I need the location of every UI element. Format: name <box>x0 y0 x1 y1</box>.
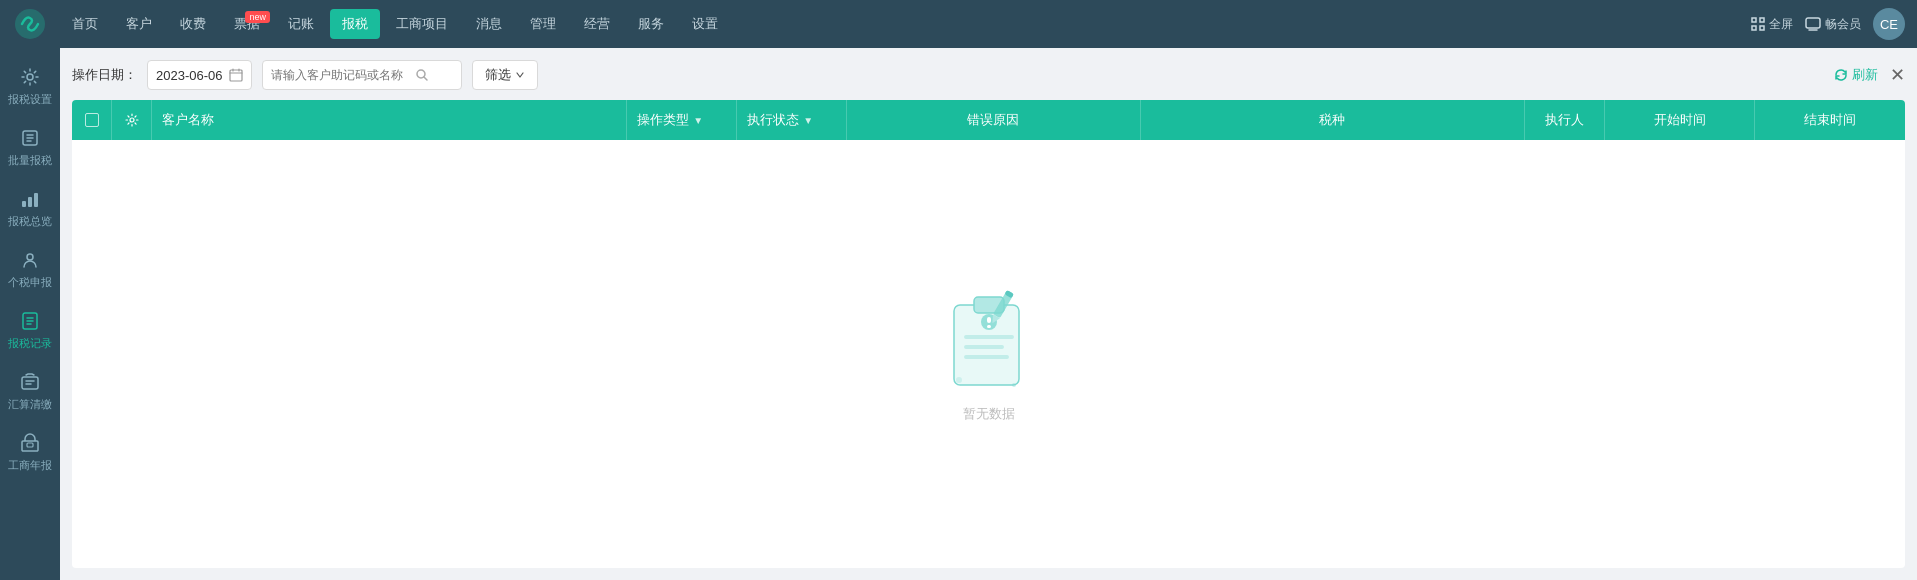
sidebar-label-tax-record: 报税记录 <box>8 336 52 351</box>
svg-rect-25 <box>987 317 991 323</box>
nav-settings[interactable]: 设置 <box>680 9 730 39</box>
svg-point-6 <box>27 74 33 80</box>
th-settings[interactable] <box>112 100 152 140</box>
svg-rect-13 <box>22 377 38 389</box>
th-tax-type: 税种 <box>1141 100 1525 140</box>
search-box[interactable] <box>262 60 462 90</box>
date-label: 操作日期： <box>72 66 137 84</box>
empty-text: 暂无数据 <box>963 405 1015 423</box>
sidebar-item-settlement[interactable]: 汇算清缴 <box>0 361 60 422</box>
nav-manage[interactable]: 管理 <box>518 9 568 39</box>
sidebar-item-individual-tax[interactable]: 个税申报 <box>0 239 60 300</box>
th-executor: 执行人 <box>1525 100 1605 140</box>
batch-tax-icon <box>19 127 41 149</box>
table: 客户名称 操作类型 ▼ 执行状态 ▼ 错误原因 税种 执行人 <box>72 100 1905 568</box>
close-button[interactable]: ✕ <box>1890 66 1905 84</box>
table-header: 客户名称 操作类型 ▼ 执行状态 ▼ 错误原因 税种 执行人 <box>72 100 1905 140</box>
sidebar-item-tax-settings[interactable]: 报税设置 <box>0 56 60 117</box>
sidebar-label-settlement: 汇算清缴 <box>8 397 52 412</box>
filter-button[interactable]: 筛选 <box>472 60 538 90</box>
th-checkbox[interactable] <box>72 100 112 140</box>
nav-service[interactable]: 服务 <box>626 9 676 39</box>
sidebar-item-tax-summary[interactable]: 报税总览 <box>0 178 60 239</box>
nav-home[interactable]: 首页 <box>60 9 110 39</box>
nav-industry[interactable]: 工商项目 <box>384 9 460 39</box>
svg-rect-8 <box>22 201 26 207</box>
nav-message[interactable]: 消息 <box>464 9 514 39</box>
svg-rect-5 <box>1806 18 1820 28</box>
select-all-checkbox[interactable] <box>85 113 99 127</box>
nav-items: 首页 客户 收费 票据 new 记账 报税 工商项目 消息 管理 经营 服务 设… <box>60 9 1751 39</box>
sidebar-item-annual-report[interactable]: 工商年报 <box>0 422 60 483</box>
search-input[interactable] <box>271 68 411 82</box>
nav-invoice[interactable]: 票据 new <box>222 9 272 39</box>
th-start-time: 开始时间 <box>1605 100 1755 140</box>
th-error-reason: 错误原因 <box>847 100 1141 140</box>
nav-accounting[interactable]: 记账 <box>276 9 326 39</box>
settlement-icon <box>19 371 41 393</box>
tax-summary-icon <box>19 188 41 210</box>
sidebar-label-batch-tax: 批量报税 <box>8 153 52 168</box>
sidebar-label-annual-report: 工商年报 <box>8 458 52 473</box>
new-badge: new <box>245 11 270 23</box>
top-navigation: 首页 客户 收费 票据 new 记账 报税 工商项目 消息 管理 经营 服务 设… <box>0 0 1917 48</box>
table-body: 暂无数据 <box>72 140 1905 568</box>
svg-rect-4 <box>1760 26 1764 30</box>
date-picker[interactable]: 2023-06-06 <box>147 60 252 90</box>
svg-point-18 <box>130 118 134 122</box>
svg-rect-21 <box>964 335 1014 339</box>
sidebar-label-individual-tax: 个税申报 <box>8 275 52 290</box>
th-exec-status[interactable]: 执行状态 ▼ <box>737 100 847 140</box>
exec-status-filter-icon: ▼ <box>803 115 813 126</box>
nav-tax[interactable]: 报税 <box>330 9 380 39</box>
toolbar-right: 刷新 ✕ <box>1834 66 1905 84</box>
nav-operate[interactable]: 经营 <box>572 9 622 39</box>
th-client-name: 客户名称 <box>152 100 627 140</box>
avatar[interactable]: CE <box>1873 8 1905 40</box>
member-button[interactable]: 畅会员 <box>1805 16 1861 33</box>
svg-rect-16 <box>230 70 242 81</box>
svg-rect-22 <box>964 345 1004 349</box>
svg-point-11 <box>27 254 33 260</box>
individual-tax-icon <box>19 249 41 271</box>
fullscreen-button[interactable]: 全屏 <box>1751 16 1793 33</box>
th-op-type[interactable]: 操作类型 ▼ <box>627 100 737 140</box>
op-type-filter-icon: ▼ <box>693 115 703 126</box>
svg-rect-3 <box>1752 26 1756 30</box>
date-value: 2023-06-06 <box>156 68 223 83</box>
sidebar-label-tax-settings: 报税设置 <box>8 92 52 107</box>
tax-record-icon <box>19 310 41 332</box>
empty-illustration <box>939 285 1039 395</box>
refresh-label: 刷新 <box>1852 66 1878 84</box>
nav-client[interactable]: 客户 <box>114 9 164 39</box>
app-logo[interactable] <box>12 6 48 42</box>
main-content: 操作日期： 2023-06-06 筛选 刷新 ✕ <box>60 48 1917 580</box>
svg-rect-2 <box>1760 18 1764 22</box>
annual-report-icon <box>19 432 41 454</box>
toolbar: 操作日期： 2023-06-06 筛选 刷新 ✕ <box>72 60 1905 90</box>
sidebar-item-tax-record[interactable]: 报税记录 <box>0 300 60 361</box>
main-layout: 报税设置 批量报税 报税总览 个税申报 报税记录 <box>0 48 1917 580</box>
refresh-button[interactable]: 刷新 <box>1834 66 1878 84</box>
tax-settings-icon <box>19 66 41 88</box>
nav-collection[interactable]: 收费 <box>168 9 218 39</box>
th-end-time: 结束时间 <box>1755 100 1905 140</box>
svg-rect-23 <box>964 355 1009 359</box>
svg-point-30 <box>956 377 962 383</box>
filter-label: 筛选 <box>485 66 511 84</box>
sidebar: 报税设置 批量报税 报税总览 个税申报 报税记录 <box>0 48 60 580</box>
sidebar-label-tax-summary: 报税总览 <box>8 214 52 229</box>
svg-rect-1 <box>1752 18 1756 22</box>
svg-point-31 <box>1012 383 1016 387</box>
svg-rect-9 <box>28 197 32 207</box>
sidebar-item-batch-tax[interactable]: 批量报税 <box>0 117 60 178</box>
svg-rect-10 <box>34 193 38 207</box>
svg-rect-15 <box>27 443 33 447</box>
top-nav-right: 全屏 畅会员 CE <box>1751 8 1905 40</box>
svg-rect-26 <box>987 325 991 328</box>
